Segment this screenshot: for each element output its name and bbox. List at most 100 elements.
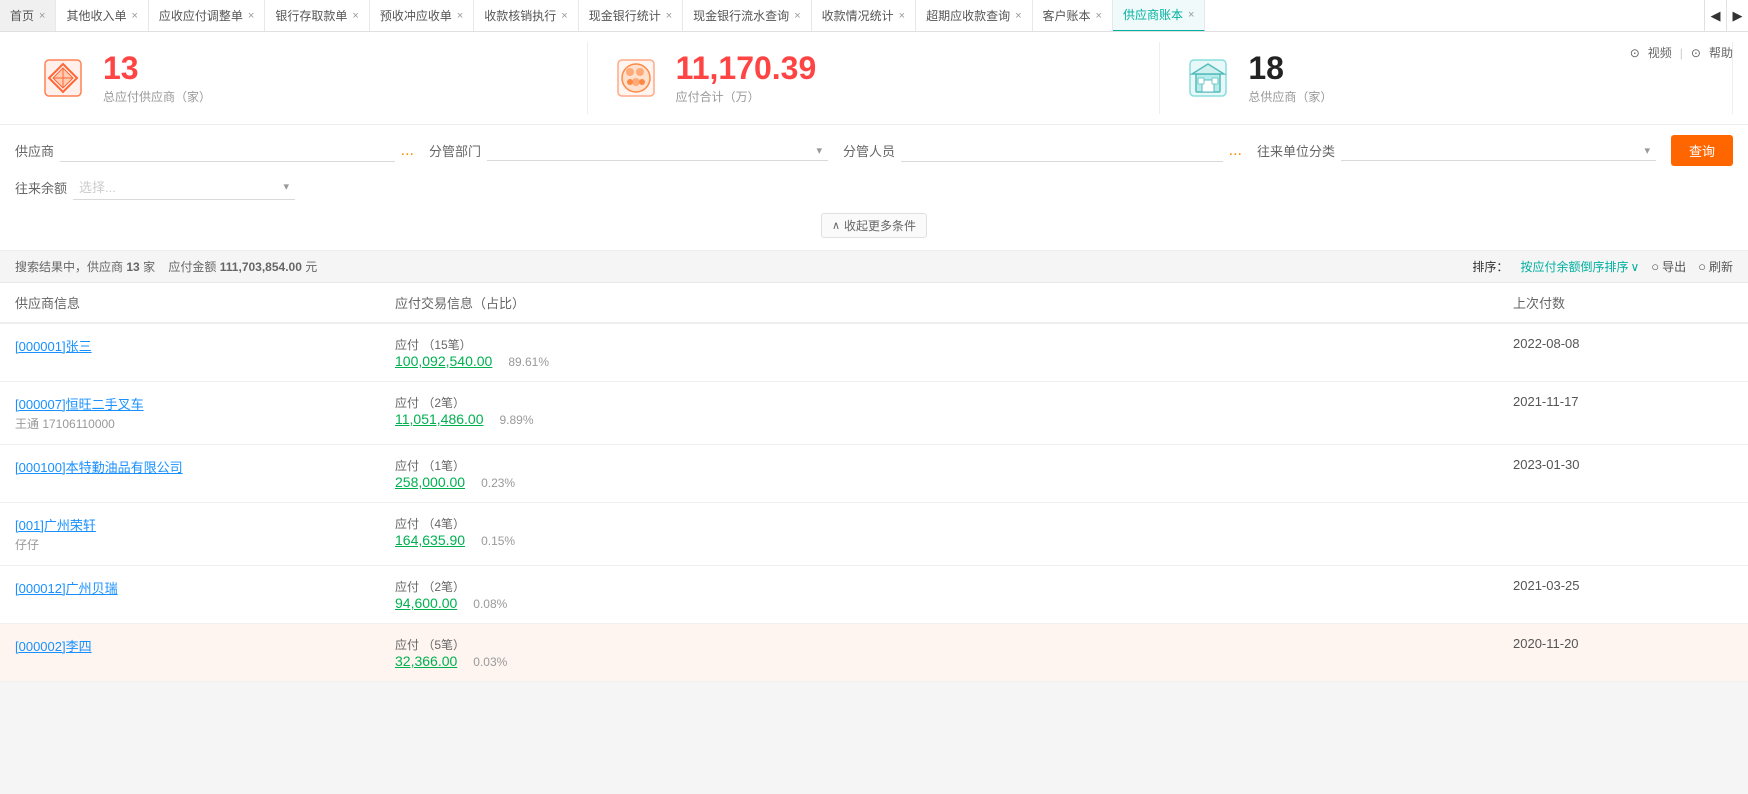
amount-value-4[interactable]: 94,600.00 [395,595,457,611]
nav-tab-close-customer-ledger[interactable]: × [1096,10,1102,22]
nav-tab-close-cash-bank-stat[interactable]: × [666,10,672,22]
link-divider: | [1680,46,1683,60]
supplier-cell-1: [000007]恒旺二手叉车王通 17106110000 [15,394,395,432]
store-icon [1180,50,1236,106]
result-bar: 搜索结果中，供应商 13 家 应付金额 111,703,854.00 元 排序：… [0,251,1748,283]
balance-select-arrow: ▾ [283,180,289,193]
amount-percent-4: 0.08% [473,597,507,611]
supplier-link-5[interactable]: [000002]李四 [15,639,92,654]
search-button[interactable]: 查询 [1671,135,1733,166]
transaction-cell-0: 应付 （15笔）100,092,540.0089.61% [395,336,1513,369]
summary-card-payable-suppliers: 13 总应付供应商（家） [15,42,588,114]
category-filter-select[interactable]: ▾ [1341,141,1656,161]
person-filter-label: 分管人员 [843,141,895,160]
table-row: [000002]李四 应付 （5笔）32,366.00 0.03% 2020-11-2… [0,624,1748,682]
lastpay-cell-4: 2021-03-25 [1513,578,1733,593]
nav-tab-close-cash-bank-flow[interactable]: × [794,10,800,22]
sort-select[interactable]: 按应付余额倒序排序 ∨ [1520,258,1639,275]
nav-tab-cash-bank-flow[interactable]: 现金银行流水查询× [683,0,811,32]
balance-select-value: 选择... [79,177,116,196]
result-text: 搜索结果中，供应商 13 家 应付金额 111,703,854.00 元 [15,258,317,275]
amount-value-3[interactable]: 164,635.90 [395,532,465,548]
filter-person: 分管人员 ... [843,140,1242,162]
export-button[interactable]: ○ 导出 [1651,258,1686,275]
lastpay-cell-1: 2021-11-17 [1513,394,1733,409]
header-transaction: 应付交易信息（占比） [395,293,1513,312]
amount-value-5[interactable]: 32,366.00 [395,653,457,669]
nav-tab-prepay-receive[interactable]: 预收冲应收单× [370,0,474,32]
lastpay-cell-2: 2023-01-30 [1513,457,1733,472]
supplier-link-1[interactable]: [000007]恒旺二手叉车 [15,397,144,412]
result-prefix: 搜索结果中，供应商 [15,260,123,274]
result-supplier-unit: 家 [143,260,155,274]
amount-percent-5: 0.03% [473,655,507,669]
nav-tab-close-supplier-ledger[interactable]: × [1188,9,1194,21]
person-filter-input[interactable] [901,140,1223,162]
lastpay-cell-5: 2020-11-20 [1513,636,1733,651]
person-ellipsis[interactable]: ... [1229,142,1242,160]
nav-tab-customer-ledger[interactable]: 客户账本× [1033,0,1113,32]
payable-label-5: 应付 （5笔） [395,636,1513,653]
refresh-label: 刷新 [1709,258,1733,275]
refresh-button[interactable]: ○ 刷新 [1698,258,1733,275]
collapse-chevron-up-icon: ∧ [832,219,840,232]
amount-row-4: 94,600.00 0.08% [395,595,1513,611]
result-info: 搜索结果中，供应商 13 家 应付金额 111,703,854.00 元 [15,258,317,275]
grain-icon [608,50,664,106]
lastpay-date-1: 2021-11-17 [1513,394,1579,409]
nav-tab-close-ar-ap-adjust[interactable]: × [248,10,254,22]
nav-tab-supplier-ledger[interactable]: 供应商账本× [1113,0,1205,32]
collapse-button[interactable]: ∧ 收起更多条件 [821,213,927,238]
nav-tab-receipt-stat[interactable]: 收款情况统计× [812,0,916,32]
lastpay-date-4: 2021-03-25 [1513,578,1580,593]
table-row: [001]广州荣轩仔仔应付 （4笔）164,635.900.15% [0,503,1748,566]
card-text-total-suppliers: 18 总供应商（家） [1248,52,1332,105]
video-link[interactable]: 视频 [1648,44,1672,61]
payable-label-1: 应付 （2笔） [395,394,1513,411]
supplier-link-3[interactable]: [001]广州荣轩 [15,518,96,533]
category-select-arrow: ▾ [1644,144,1650,157]
nav-tab-close-receipt-verify[interactable]: × [561,10,567,22]
supplier-link-0[interactable]: [000001]张三 [15,339,92,354]
summary-card-payable-amount: 11,170.39 应付合计（万） [588,42,1161,114]
payable-label-2: 应付 （1笔） [395,457,1513,474]
nav-tab-close-prepay-receive[interactable]: × [457,10,463,22]
nav-prev-arrow[interactable]: ◀ [1704,0,1726,32]
amount-value-0[interactable]: 100,092,540.00 [395,353,492,369]
result-amount-suffix: 元 [305,260,317,274]
transaction-cell-5: 应付 （5笔）32,366.00 0.03% [395,636,1513,669]
amount-percent-3: 0.15% [481,534,515,548]
data-table: 供应商信息 应付交易信息（占比） 上次付数 [000001]张三应付 （15笔）… [0,283,1748,682]
supplier-cell-4: [000012]广州贝瑞 [15,578,395,597]
nav-tab-bank-deposit[interactable]: 银行存取款单× [265,0,369,32]
nav-tab-ar-ap-adjust[interactable]: 应收应付调整单× [149,0,265,32]
supplier-link-2[interactable]: [000100]本特勤油品有限公司 [15,460,183,475]
dept-filter-label: 分管部门 [429,141,481,160]
amount-value-1[interactable]: 11,051,486.00 [395,411,484,427]
supplier-link-4[interactable]: [000012]广州贝瑞 [15,581,118,596]
circle-icon2: ⊙ [1691,46,1701,60]
nav-tab-home[interactable]: 首页× [0,0,56,32]
nav-tab-overdue-ar[interactable]: 超期应收款查询× [916,0,1032,32]
nav-tab-receipt-verify[interactable]: 收款核销执行× [474,0,578,32]
help-link[interactable]: 帮助 [1709,44,1733,61]
nav-tab-close-bank-deposit[interactable]: × [352,10,358,22]
amount-row-5: 32,366.00 0.03% [395,653,1513,669]
nav-tab-other-income[interactable]: 其他收入单× [56,0,148,32]
supplier-filter-input[interactable] [60,140,395,162]
supplier-ellipsis[interactable]: ... [401,142,414,160]
balance-filter-select[interactable]: 选择... ▾ [73,174,295,200]
transaction-cell-3: 应付 （4笔）164,635.900.15% [395,515,1513,548]
export-icon: ○ [1651,259,1659,274]
nav-next-arrow[interactable]: ▶ [1726,0,1748,32]
amount-value-2[interactable]: 258,000.00 [395,474,465,490]
filter-balance: 往来余额 选择... ▾ [15,174,295,200]
dept-filter-select[interactable]: ▾ [487,141,828,161]
nav-tab-close-other-income[interactable]: × [131,10,137,22]
nav-tab-close-home[interactable]: × [39,10,45,22]
nav-tab-cash-bank-stat[interactable]: 现金银行统计× [579,0,683,32]
nav-tab-close-overdue-ar[interactable]: × [1015,10,1021,22]
dept-select-arrow: ▾ [816,144,822,157]
collapse-row: ∧ 收起更多条件 [15,208,1733,240]
nav-tab-close-receipt-stat[interactable]: × [899,10,905,22]
